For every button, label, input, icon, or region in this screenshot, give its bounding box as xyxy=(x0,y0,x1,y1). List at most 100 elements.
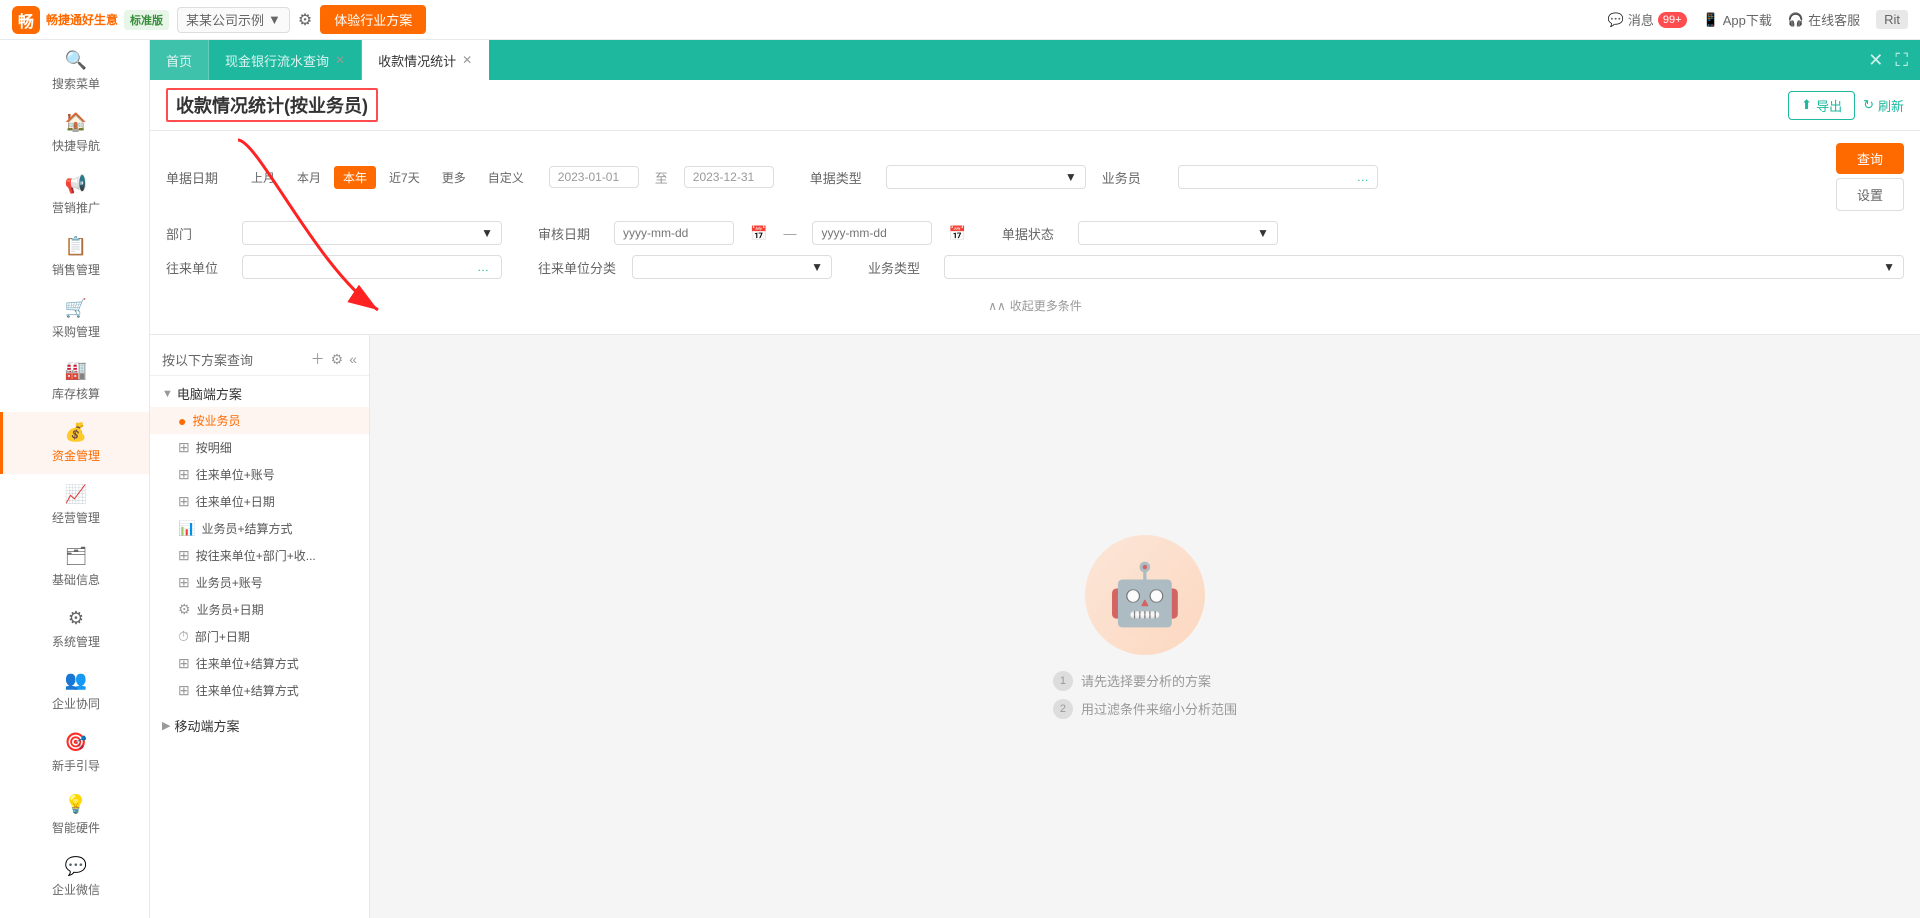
mobile-section-label: 移动端方案 xyxy=(174,716,239,735)
sidebar-item-search[interactable]: 🔍 搜索菜单 xyxy=(0,40,149,102)
scheme-salesman-date-label: 业务员+日期 xyxy=(197,601,264,618)
tab-home[interactable]: 首页 xyxy=(150,40,209,80)
set-button[interactable]: 设置 xyxy=(1836,178,1904,211)
tab-collection-label: 收款情况统计 xyxy=(378,51,456,70)
voucher-status-select[interactable]: ▼ xyxy=(1078,221,1278,245)
scheme-counterparty-dept[interactable]: ⊞ 按往来单位+部门+收... xyxy=(150,542,369,569)
step-num-1: 1 xyxy=(1053,671,1073,691)
scheme-cp-settlement-1[interactable]: ⊞ 往来单位+结算方式 xyxy=(150,650,369,677)
date-tab-this-month[interactable]: 本月 xyxy=(288,166,330,189)
message-button[interactable]: 💬 消息 99+ xyxy=(1608,10,1687,29)
page-title: 收款情况统计(按业务员) xyxy=(166,88,378,122)
tab-cashflow-close[interactable]: ✕ xyxy=(335,53,345,67)
tab-collection[interactable]: 收款情况统计 ✕ xyxy=(362,40,489,80)
date-tab-this-year[interactable]: 本年 xyxy=(334,166,376,189)
trial-button[interactable]: 体验行业方案 xyxy=(320,5,426,34)
sidebar-item-member[interactable]: ✅ 畅会员 xyxy=(0,908,149,918)
add-scheme-button[interactable]: ＋ xyxy=(311,349,325,369)
scheme-by-detail[interactable]: ⊞ 按明细 xyxy=(150,434,369,461)
desktop-section-header[interactable]: ▼ 电脑端方案 xyxy=(150,380,369,407)
guide-icon: 🎯 xyxy=(65,732,87,753)
scheme-salesman-settlement[interactable]: 📊 业务员+结算方式 xyxy=(150,515,369,542)
user-name: Rit xyxy=(1876,10,1908,29)
sidebar-item-operations[interactable]: 📈 经营管理 xyxy=(0,474,149,536)
dept-date-icon: ⏱ xyxy=(178,628,189,645)
scheme-salesman-date[interactable]: ⚙ 业务员+日期 xyxy=(150,596,369,623)
date-tab-more[interactable]: 更多 xyxy=(433,166,475,189)
sidebar-item-nav[interactable]: 🏠 快捷导航 xyxy=(0,102,149,164)
tab-collection-close[interactable]: ✕ xyxy=(462,53,472,67)
sidebar-item-collab[interactable]: 👥 企业协同 xyxy=(0,660,149,722)
sidebar-item-basics[interactable]: 🗂 基础信息 xyxy=(0,536,149,598)
purchase-icon: 🛒 xyxy=(65,298,87,319)
dept-select[interactable]: ▼ xyxy=(242,221,502,245)
collapse-panel-button[interactable]: « xyxy=(349,349,357,369)
sidebar-item-sales[interactable]: 📋 销售管理 xyxy=(0,226,149,288)
page-header-actions: ⬆ 导出 ↻ 刷新 xyxy=(1788,91,1904,120)
date-start-input[interactable]: 2023-01-01 xyxy=(549,166,639,188)
refresh-button[interactable]: ↻ 刷新 xyxy=(1863,91,1904,120)
scheme-cp-settlement-2[interactable]: ⊞ 往来单位+结算方式 xyxy=(150,677,369,704)
review-date-start[interactable] xyxy=(614,221,734,245)
more-dots-counter-party: … xyxy=(473,260,493,274)
filter-actions: 查询 设置 xyxy=(1836,143,1904,211)
date-separator: 至 xyxy=(655,168,668,187)
date-tab-7days[interactable]: 近7天 xyxy=(380,166,429,189)
online-service-button[interactable]: 🎧 在线客服 xyxy=(1788,10,1860,29)
scheme-settings-button[interactable]: ⚙ xyxy=(331,349,344,369)
sidebar-item-hardware[interactable]: 💡 智能硬件 xyxy=(0,784,149,846)
tab-close-all-button[interactable]: ✕ xyxy=(1868,50,1883,71)
empty-step-2: 2 用过滤条件来缩小分析范围 xyxy=(1053,699,1237,719)
sidebar-item-label: 采购管理 xyxy=(52,323,100,340)
sidebar-item-marketing[interactable]: 📢 营销推广 xyxy=(0,164,149,226)
collapse-bar[interactable]: ∧∧ 收起更多条件 xyxy=(166,289,1904,322)
scheme-by-salesman[interactable]: ● 按业务员 xyxy=(150,407,369,434)
counter-party-input[interactable]: … xyxy=(242,255,502,279)
voucher-status-label: 单据状态 xyxy=(1002,224,1062,243)
review-date-end[interactable] xyxy=(812,221,932,245)
right-panel: 🤖 1 请先选择要分析的方案 2 用过滤条件来缩小分析范围 xyxy=(370,335,1920,918)
tab-home-label: 首页 xyxy=(166,51,192,70)
tab-cashflow-label: 现金银行流水查询 xyxy=(225,51,329,70)
scheme-counterparty-dept-label: 按往来单位+部门+收... xyxy=(196,547,316,564)
sidebar-item-wechat[interactable]: 💬 企业微信 xyxy=(0,846,149,908)
scheme-dept-date[interactable]: ⏱ 部门+日期 xyxy=(150,623,369,650)
sm-date-icon: ⚙ xyxy=(178,601,191,618)
sidebar-item-purchase[interactable]: 🛒 采购管理 xyxy=(0,288,149,350)
user-avatar[interactable]: Rit xyxy=(1876,10,1908,29)
sidebar-item-inventory[interactable]: 🏭 库存核算 xyxy=(0,350,149,412)
scheme-counterparty-date[interactable]: ⊞ 往来单位+日期 xyxy=(150,488,369,515)
operations-icon: 📈 xyxy=(65,484,87,505)
sidebar-item-label: 库存核算 xyxy=(52,385,100,402)
mobile-section-header[interactable]: ▶ 移动端方案 xyxy=(150,712,369,739)
scheme-salesman-account[interactable]: ⊞ 业务员+账号 xyxy=(150,569,369,596)
salesman-select[interactable]: … xyxy=(1178,165,1378,189)
sidebar-item-label: 系统管理 xyxy=(52,633,100,650)
scheme-cp-settlement-1-label: 往来单位+结算方式 xyxy=(196,655,299,672)
company-selector[interactable]: 某某公司示例 ▼ xyxy=(177,7,290,33)
sidebar-item-label: 智能硬件 xyxy=(52,819,100,836)
date-tab-custom[interactable]: 自定义 xyxy=(479,166,533,189)
sidebar-item-guide[interactable]: 🎯 新手引导 xyxy=(0,722,149,784)
scheme-counterparty-date-label: 往来单位+日期 xyxy=(196,493,275,510)
sidebar-item-system[interactable]: ⚙ 系统管理 xyxy=(0,598,149,660)
date-end-input[interactable]: 2023-12-31 xyxy=(684,166,774,188)
scheme-counterparty-account[interactable]: ⊞ 往来单位+账号 xyxy=(150,461,369,488)
date-tab-last-month[interactable]: 上月 xyxy=(242,166,284,189)
tab-bar: 首页 现金银行流水查询 ✕ 收款情况统计 ✕ ✕ ⛶ xyxy=(150,40,1920,80)
counter-party-cat-select[interactable]: ▼ xyxy=(632,255,832,279)
export-button[interactable]: ⬆ 导出 xyxy=(1788,91,1855,120)
query-button[interactable]: 查询 xyxy=(1836,143,1904,174)
voucher-type-select[interactable]: ▼ xyxy=(886,165,1086,189)
refresh-icon: ↻ xyxy=(1863,97,1874,113)
app-download-button[interactable]: 📱 App下载 xyxy=(1703,10,1772,29)
sidebar-item-finance[interactable]: 💰 资金管理 xyxy=(0,412,149,474)
settings-button[interactable]: ⚙ xyxy=(298,10,312,30)
business-type-select[interactable]: ▼ xyxy=(944,255,1904,279)
desktop-section: ▼ 电脑端方案 ● 按业务员 ⊞ 按明细 ⊞ 往来单位+账号 xyxy=(150,376,369,708)
tab-cashflow[interactable]: 现金银行流水查询 ✕ xyxy=(209,40,362,80)
tab-bar-actions: ✕ ⛶ xyxy=(1856,50,1920,71)
desktop-section-label: 电脑端方案 xyxy=(177,384,242,403)
tab-fullscreen-button[interactable]: ⛶ xyxy=(1895,50,1908,71)
sidebar-item-label: 搜索菜单 xyxy=(52,75,100,92)
